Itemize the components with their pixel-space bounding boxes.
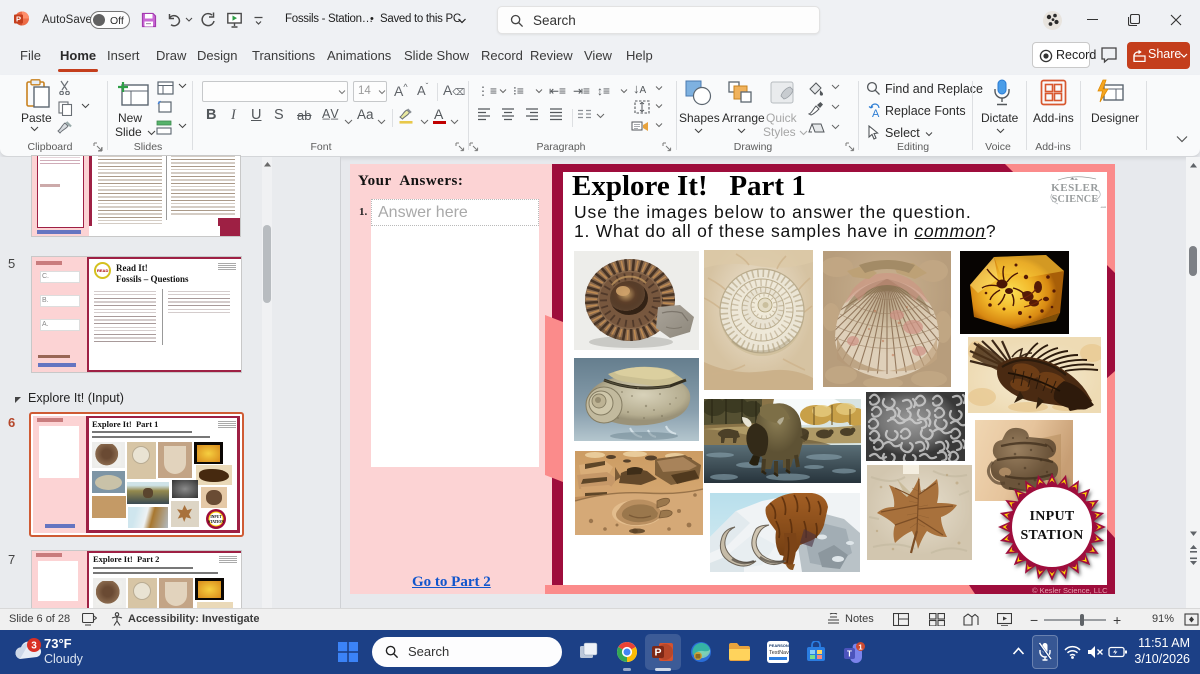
svg-text:1: 1 bbox=[858, 643, 862, 652]
svg-text:3: 3 bbox=[31, 641, 37, 652]
svg-text:INPUT: INPUT bbox=[210, 515, 222, 519]
svg-text:T: T bbox=[847, 650, 852, 659]
svg-text:STATION: STATION bbox=[1020, 528, 1083, 543]
svg-text:.com: .com bbox=[1100, 205, 1106, 209]
svg-text:P: P bbox=[654, 647, 661, 659]
svg-text:INPUT: INPUT bbox=[1029, 509, 1074, 524]
svg-text:A: A bbox=[872, 108, 880, 118]
svg-text:SCIENCE: SCIENCE bbox=[1052, 194, 1099, 205]
svg-text:KESLER: KESLER bbox=[1051, 182, 1099, 194]
svg-text:P: P bbox=[16, 15, 21, 24]
svg-text:STATION: STATION bbox=[208, 520, 224, 524]
